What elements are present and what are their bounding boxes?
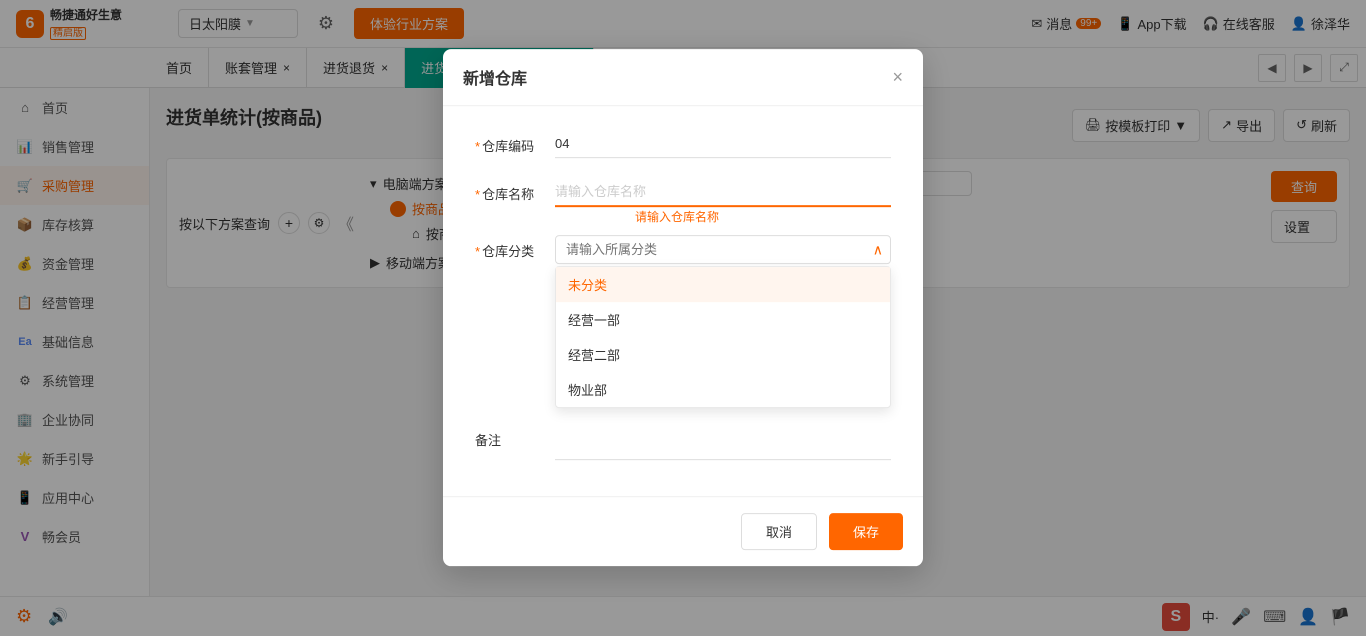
name-label: 仓库名称 (475, 178, 555, 203)
dropdown-item-uncategorized[interactable]: 未分类 (556, 267, 890, 302)
add-warehouse-modal: 新增仓库 × 仓库编码 仓库名称 请输入仓库名称 仓库分类 ∧ 未分类 (443, 49, 923, 566)
category-arrow-icon[interactable]: ∧ (873, 241, 883, 258)
category-input[interactable] (555, 235, 891, 264)
dropdown-item-dept1[interactable]: 经营一部 (556, 302, 890, 337)
category-label: 仓库分类 (475, 235, 555, 260)
cancel-button[interactable]: 取消 (741, 513, 817, 550)
warehouse-name-row: 仓库名称 请输入仓库名称 (475, 178, 891, 207)
category-select-wrapper: ∧ 未分类 经营一部 经营二部 物业部 (555, 235, 891, 264)
modal-body: 仓库编码 仓库名称 请输入仓库名称 仓库分类 ∧ 未分类 经营一部 经营二部 (443, 106, 923, 496)
category-dropdown: 未分类 经营一部 经营二部 物业部 (555, 266, 891, 408)
note-label: 备注 (475, 424, 555, 449)
code-label: 仓库编码 (475, 130, 555, 155)
modal-header: 新增仓库 × (443, 49, 923, 106)
dropdown-item-dept2[interactable]: 经营二部 (556, 337, 890, 372)
name-field-wrapper: 请输入仓库名称 (555, 178, 891, 207)
warehouse-note-input[interactable] (555, 424, 891, 460)
dropdown-item-dept3[interactable]: 物业部 (556, 372, 890, 407)
name-error-msg: 请输入仓库名称 (635, 208, 719, 225)
modal-footer: 取消 保存 (443, 496, 923, 566)
warehouse-code-row: 仓库编码 (475, 130, 891, 158)
modal-title: 新增仓库 (463, 65, 527, 89)
warehouse-name-input[interactable] (555, 178, 891, 207)
modal-close-icon[interactable]: × (892, 68, 903, 86)
warehouse-note-row: 备注 (475, 424, 891, 460)
save-button[interactable]: 保存 (829, 513, 903, 550)
warehouse-code-input[interactable] (555, 130, 891, 158)
warehouse-category-row: 仓库分类 ∧ 未分类 经营一部 经营二部 物业部 (475, 235, 891, 264)
